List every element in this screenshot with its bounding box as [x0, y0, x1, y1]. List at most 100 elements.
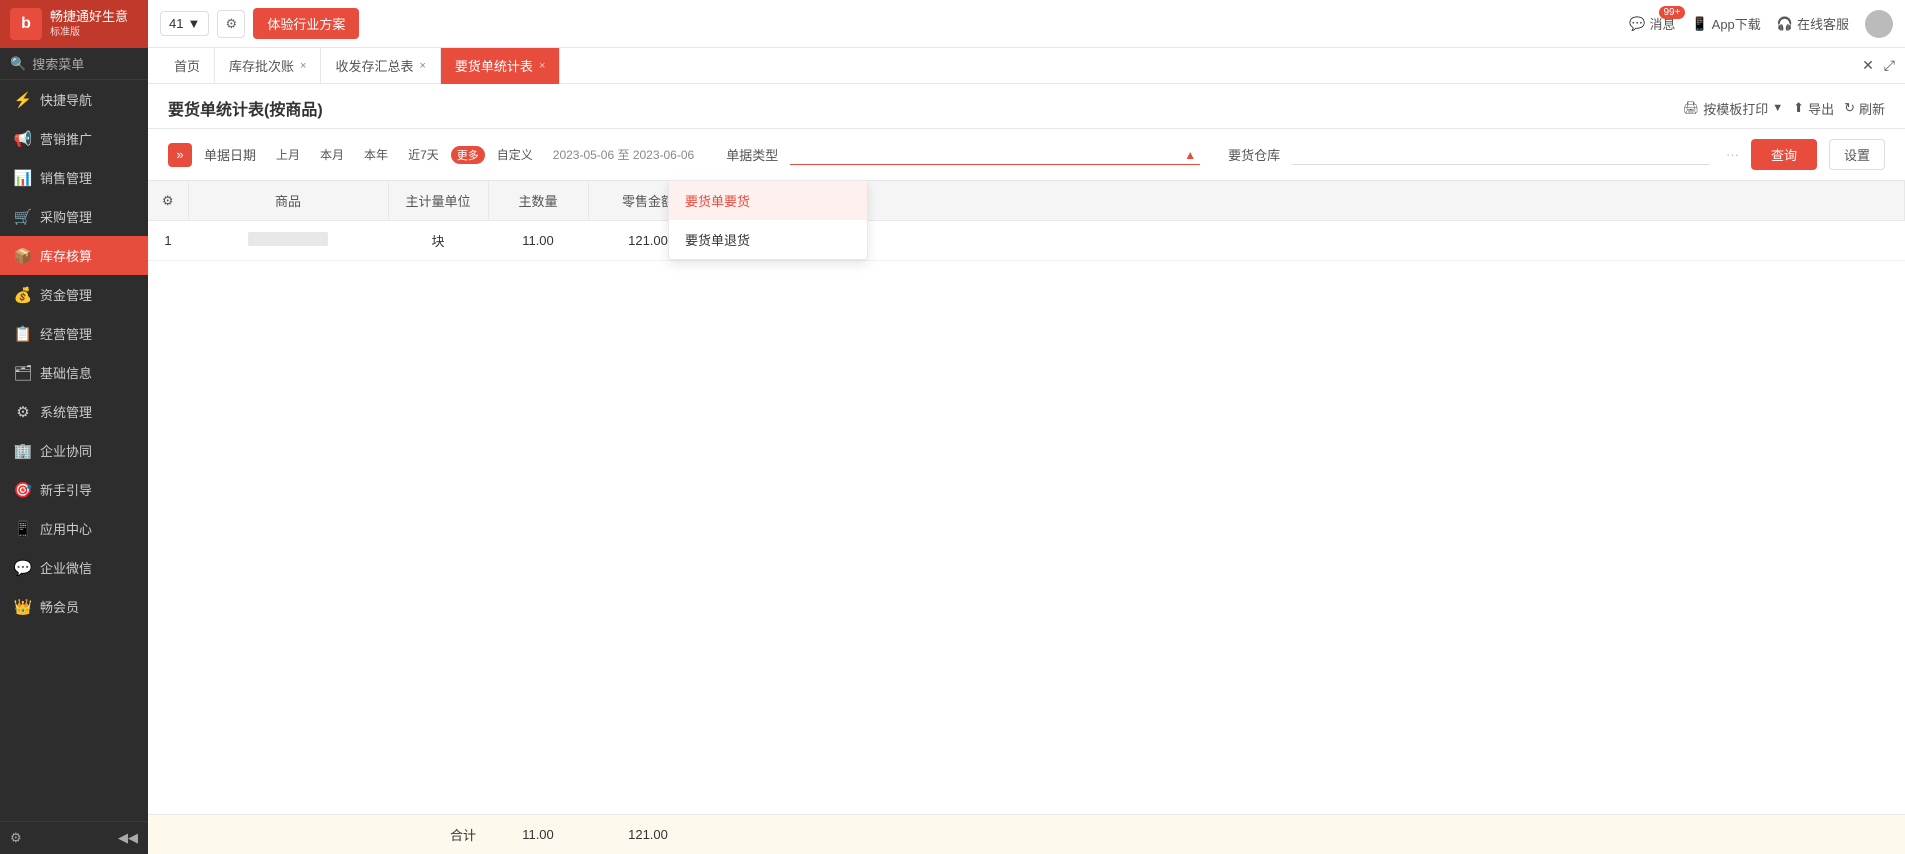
tabs-bar: 首页库存批次账×收发存汇总表×要货单统计表× ✕ ⤢	[148, 48, 1905, 84]
sidebar-item-operation[interactable]: 📋经营管理	[0, 314, 148, 353]
headset-icon: 🎧	[1777, 16, 1793, 32]
tab-order-stats[interactable]: 要货单统计表×	[441, 48, 560, 84]
date-shortcuts: 上月 本月 本年 近7天 更多 自定义	[268, 144, 541, 165]
sidebar-collapse-btn[interactable]: ⚙ ◀◀	[0, 821, 148, 854]
warehouse-filter-input[interactable]	[1292, 145, 1710, 165]
nav-icon-quick-nav: ⚡	[14, 91, 32, 109]
dropdown-item-order-goods[interactable]: 要货单要货	[669, 181, 867, 220]
date-more-badge[interactable]: 更多	[451, 146, 485, 164]
maximize-btn[interactable]: ✕ ⤢	[1852, 57, 1905, 74]
date-this-month[interactable]: 本月	[312, 144, 352, 165]
tab-close-inventory-batch[interactable]: ×	[300, 60, 306, 72]
date-custom-btn[interactable]: 自定义	[489, 144, 541, 165]
sidebar-item-member[interactable]: 👑畅会员	[0, 587, 148, 626]
nav-icon-enterprise: 🏢	[14, 442, 32, 460]
sidebar-item-purchase[interactable]: 🛒采购管理	[0, 197, 148, 236]
topbar-left: 41 ▼ ⚙ 体验行业方案	[160, 8, 1617, 39]
data-table: ⚙ 商品 主计量单位 主数量 零售金额 1 块	[148, 181, 1905, 261]
sidebar-item-newbie[interactable]: 🎯新手引导	[0, 470, 148, 509]
nav-icon-finance: 💰	[14, 286, 32, 304]
store-name: 41	[169, 16, 183, 31]
sidebar-item-quick-nav[interactable]: ⚡快捷导航	[0, 80, 148, 119]
tab-close-order-stats[interactable]: ×	[539, 60, 545, 72]
sidebar-item-sales[interactable]: 📊销售管理	[0, 158, 148, 197]
nav-icon-newbie: 🎯	[14, 481, 32, 499]
sidebar-item-wechat[interactable]: 💬企业微信	[0, 548, 148, 587]
col-empty	[708, 181, 1905, 221]
col-quantity: 主数量	[488, 181, 588, 221]
type-select-container: ▲	[790, 145, 1200, 165]
query-button[interactable]: 查询	[1751, 139, 1817, 170]
goods-placeholder	[248, 232, 328, 246]
cell-goods	[188, 221, 388, 261]
type-select-input[interactable]	[790, 145, 1200, 165]
tab-receipt-summary[interactable]: 收发存汇总表×	[321, 48, 440, 84]
app-logo: b	[10, 8, 42, 40]
store-selector[interactable]: 41 ▼	[160, 11, 209, 36]
footer-quantity: 11.00	[488, 827, 588, 842]
date-range-value: 2023-05-06 至 2023-06-06	[553, 146, 694, 163]
table-body: 1 块 11.00 121.00	[148, 221, 1905, 261]
message-icon: 💬	[1629, 16, 1645, 32]
type-dropdown: 要货单要货 要货单退货	[668, 180, 868, 260]
cell-empty	[708, 221, 1905, 261]
app-title: 畅捷通好生意 标准版	[50, 9, 128, 39]
table-container: ⚙ 商品 主计量单位 主数量 零售金额 1 块	[148, 181, 1905, 814]
page-title: 要货单统计表(按商品)	[168, 96, 323, 120]
sidebar-item-inventory[interactable]: 📦库存核算	[0, 236, 148, 275]
type-select-arrow[interactable]: ▲	[1184, 148, 1196, 162]
nav-icon-marketing: 📢	[14, 130, 32, 148]
col-settings[interactable]: ⚙	[148, 181, 188, 221]
footer-amount: 121.00	[588, 827, 708, 842]
date-7days[interactable]: 近7天	[400, 144, 447, 165]
tab-inventory-batch[interactable]: 库存批次账×	[215, 48, 321, 84]
messages-btn[interactable]: 💬 消息 99+	[1629, 14, 1675, 33]
tab-close-receipt-summary[interactable]: ×	[419, 60, 425, 72]
table-row: 1 块 11.00 121.00	[148, 221, 1905, 261]
footer-label: 合计	[388, 825, 488, 844]
filter-bar: » 单据日期 上月 本月 本年 近7天 更多 自定义 2023-05-06 至 …	[148, 129, 1905, 181]
app-download-btn[interactable]: 📱 App下载	[1691, 14, 1760, 33]
collapse-icon[interactable]: ◀◀	[118, 830, 138, 846]
page-actions: 🖨 按模板打印 ▼ ⬆ 导出 ↻ 刷新	[1683, 99, 1885, 118]
nav-icon-wechat: 💬	[14, 559, 32, 577]
sidebar-item-basic[interactable]: 🗂基础信息	[0, 353, 148, 392]
sidebar-item-enterprise[interactable]: 🏢企业协同	[0, 431, 148, 470]
sidebar: b 畅捷通好生意 标准版 🔍 搜索菜单 ⚡快捷导航📢营销推广📊销售管理🛒采购管理…	[0, 0, 148, 854]
warehouse-more-btn[interactable]: ···	[1726, 147, 1739, 162]
phone-icon: 📱	[1691, 16, 1707, 32]
dropdown-item-order-return[interactable]: 要货单退货	[669, 220, 867, 259]
date-filter-label: 单据日期	[204, 145, 256, 164]
expand-icon: ⤢	[1884, 57, 1895, 73]
gear-button[interactable]: ⚙	[217, 10, 245, 38]
sidebar-item-app-center[interactable]: 📱应用中心	[0, 509, 148, 548]
sidebar-item-marketing[interactable]: 📢营销推广	[0, 119, 148, 158]
sidebar-item-finance[interactable]: 💰资金管理	[0, 275, 148, 314]
page-header: 要货单统计表(按商品) 🖨 按模板打印 ▼ ⬆ 导出 ↻ 刷新	[148, 84, 1905, 129]
tab-home[interactable]: 首页	[160, 48, 215, 84]
close-icon: ✕	[1862, 57, 1874, 73]
print-btn[interactable]: 🖨 按模板打印 ▼	[1683, 99, 1783, 118]
search-menu[interactable]: 🔍 搜索菜单	[0, 48, 148, 80]
avatar[interactable]	[1865, 10, 1893, 38]
date-prev-month[interactable]: 上月	[268, 144, 308, 165]
type-filter-label: 单据类型	[726, 145, 778, 164]
nav-icon-sales: 📊	[14, 169, 32, 187]
nav-icon-purchase: 🛒	[14, 208, 32, 226]
filter-expand-btn[interactable]: »	[168, 143, 192, 167]
chevron-down-icon: ▼	[1772, 102, 1783, 114]
settings-button[interactable]: 设置	[1829, 139, 1885, 170]
settings-icon[interactable]: ⚙	[10, 830, 22, 846]
date-this-year[interactable]: 本年	[356, 144, 396, 165]
search-icon: 🔍	[10, 56, 26, 72]
export-btn[interactable]: ⬆ 导出	[1793, 99, 1834, 118]
online-service-btn[interactable]: 🎧 在线客服	[1777, 14, 1849, 33]
refresh-btn[interactable]: ↻ 刷新	[1844, 99, 1885, 118]
nav-icon-basic: 🗂	[14, 364, 32, 382]
print-icon: 🖨	[1683, 100, 1700, 116]
refresh-icon: ↻	[1844, 100, 1855, 116]
cell-unit: 块	[388, 221, 488, 261]
sidebar-item-system[interactable]: ⚙系统管理	[0, 392, 148, 431]
sidebar-nav: ⚡快捷导航📢营销推广📊销售管理🛒采购管理📦库存核算💰资金管理📋经营管理🗂基础信息…	[0, 80, 148, 821]
trial-button[interactable]: 体验行业方案	[253, 8, 359, 39]
